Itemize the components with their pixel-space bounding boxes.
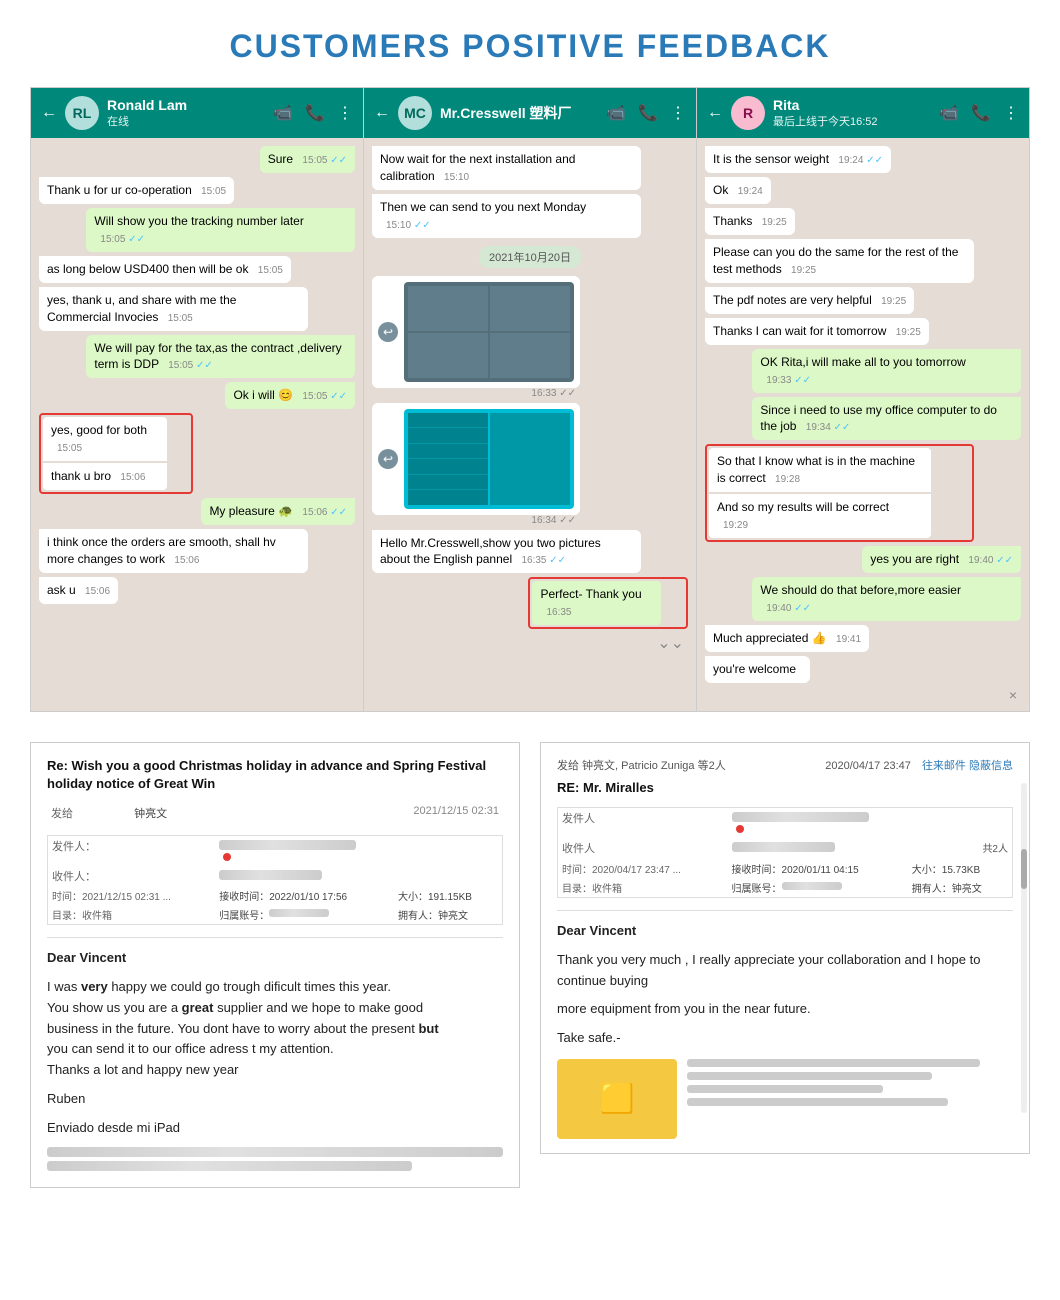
email-attachment-image: 🟨	[557, 1059, 677, 1139]
video-icon[interactable]: 📹	[273, 103, 293, 123]
email-img-text	[687, 1059, 1013, 1111]
phone-icon-3[interactable]: 📞	[971, 103, 991, 123]
red-dot-2	[736, 825, 744, 833]
msg: Thanks I can wait for it tomorrow 19:25	[705, 318, 929, 345]
msg: Much appreciated 👍 19:41	[705, 625, 869, 652]
email-section: Re: Wish you a good Christmas holiday in…	[30, 742, 1030, 1188]
chat-body-2: Now wait for the next installation and c…	[364, 138, 696, 711]
chat-body-1: Sure 15:05 ✓✓ Thank u for ur co-operatio…	[31, 138, 363, 711]
email-body-2: Dear Vincent Thank you very much , I rea…	[557, 921, 1013, 1139]
msg: Now wait for the next installation and c…	[372, 146, 641, 190]
msg: Thanks 19:25	[705, 208, 795, 235]
contact-name-1: Ronald Lam	[107, 97, 265, 113]
msg-image-2: ↩ 16:34 ✓✓	[372, 403, 580, 526]
msg: as long below USD400 then will be ok 15:…	[39, 256, 291, 283]
red-dot	[223, 853, 231, 861]
highlighted-group-1: yes, good for both 15:05 thank u bro 15:…	[39, 413, 193, 494]
email-greeting-1: Dear Vincent	[47, 948, 503, 969]
msg: yes, good for both 15:05	[43, 417, 167, 461]
msg: you're welcome	[705, 656, 810, 683]
menu-icon-2[interactable]: ⋮	[670, 103, 686, 123]
chat-body-3: It is the sensor weight 19:24 ✓✓ Ok 19:2…	[697, 138, 1029, 711]
msg: Thank u for ur co-operation 15:05	[39, 177, 234, 204]
msg-image-1: ↩ 16:33 ✓✓	[372, 276, 580, 399]
msg: yes you are right 19:40 ✓✓	[862, 546, 1021, 573]
msg: thank u bro 15:06	[43, 463, 167, 490]
collapse-icon[interactable]: ×	[1009, 687, 1017, 703]
video-icon-3[interactable]: 📹	[939, 103, 959, 123]
highlighted-group-rita: So that I know what is in the machine is…	[705, 444, 974, 542]
msg: Since i need to use my office computer t…	[752, 397, 1021, 441]
msg: i think once the orders are smooth, shal…	[39, 529, 308, 573]
back-arrow-icon[interactable]: ←	[41, 104, 57, 122]
msg: Sure 15:05 ✓✓	[260, 146, 355, 173]
msg: OK Rita,i will make all to you tomorrow …	[752, 349, 1021, 393]
contact-status-1: 在线	[107, 113, 265, 129]
email-from-2: 发给 钟亮文, Patricio Zuniga 等2人	[557, 760, 726, 772]
email-subject-1: Re: Wish you a good Christmas holiday in…	[47, 757, 503, 793]
scroll-down-icon[interactable]: ⌄⌄	[657, 633, 684, 653]
msg: Will show you the tracking number later …	[86, 208, 355, 252]
msg: So that I know what is in the machine is…	[709, 448, 931, 492]
blurred-recipient	[219, 870, 321, 880]
avatar-3: R	[731, 96, 765, 130]
msg: We should do that before,more easier 19:…	[752, 577, 1021, 621]
scroll-track	[1021, 783, 1027, 1113]
email-date-2: 2020/04/17 23:47	[825, 760, 911, 772]
chat-window-2: ← MC Mr.Cresswell 塑料厂 📹 📞 ⋮ Now wait for…	[364, 88, 697, 711]
chat-header-3: ← R Rita 最后上线于今天16:52 📹 📞 ⋮	[697, 88, 1029, 138]
email-meta-details-2: 发件人 收件人 共2人 时间：2020/04/17 23:47 ... 接收时间…	[557, 807, 1013, 898]
msg: Hello Mr.Cresswell,show you two pictures…	[372, 530, 641, 574]
phone-icon[interactable]: 📞	[305, 103, 325, 123]
chat-header-2: ← MC Mr.Cresswell 塑料厂 📹 📞 ⋮	[364, 88, 696, 138]
msg: And so my results will be correct 19:29	[709, 494, 931, 538]
email-pane-1: Re: Wish you a good Christmas holiday in…	[30, 742, 520, 1188]
avatar-1: RL	[65, 96, 99, 130]
email-divider-2	[557, 910, 1013, 911]
menu-icon-3[interactable]: ⋮	[1003, 103, 1019, 123]
msg: It is the sensor weight 19:24 ✓✓	[705, 146, 891, 173]
msg: We will pay for the tax,as the contract …	[86, 335, 355, 379]
msg: Perfect- Thank you 16:35	[532, 581, 661, 625]
blurred-recipient-2	[732, 842, 835, 852]
chat-window-3: ← R Rita 最后上线于今天16:52 📹 📞 ⋮ It is the se…	[697, 88, 1029, 711]
msg: Please can you do the same for the rest …	[705, 239, 974, 283]
chat-section: ← RL Ronald Lam 在线 📹 📞 ⋮ Sure 15:05 ✓✓ T…	[30, 87, 1030, 712]
msg: ask u 15:06	[39, 577, 118, 604]
phone-icon-2[interactable]: 📞	[638, 103, 658, 123]
email-body-1: Dear Vincent I was very happy we could g…	[47, 948, 503, 1170]
blurred-sender	[219, 840, 356, 850]
back-arrow-icon-3[interactable]: ←	[707, 104, 723, 122]
back-arrow-icon-2[interactable]: ←	[374, 104, 390, 122]
email-actions[interactable]: 往来邮件 隐蔽信息	[922, 760, 1013, 772]
email-meta-details-1: 发件人： 收件人： 时间：2021/12/15 02:31 ... 接收时间：2…	[47, 835, 503, 925]
msg: My pleasure 🐢 15:06 ✓✓	[201, 498, 355, 525]
date-separator: 2021年10月20日	[479, 246, 581, 268]
contact-name-2: Mr.Cresswell 塑料厂	[440, 103, 598, 123]
msg: Ok i will 😊 15:05 ✓✓	[225, 382, 355, 409]
email-meta-top-2: 发给 钟亮文, Patricio Zuniga 等2人 2020/04/17 2…	[557, 757, 1013, 773]
msg: Ok 19:24	[705, 177, 771, 204]
page-title: CUSTOMERS POSITIVE FEEDBACK	[0, 0, 1060, 87]
email-footer-blurred	[47, 1147, 503, 1171]
email-image-area: 🟨	[557, 1059, 1013, 1139]
highlighted-msg-perfect: Perfect- Thank you 16:35	[528, 577, 688, 629]
email-meta-1: 发给 钟亮文 2021/12/15 02:31	[47, 803, 503, 823]
contact-status-3: 最后上线于今天16:52	[773, 113, 931, 129]
msg: The pdf notes are very helpful 19:25	[705, 287, 914, 314]
contact-name-3: Rita	[773, 97, 931, 113]
scroll-thumb[interactable]	[1021, 849, 1027, 889]
msg: Then we can send to you next Monday 15:1…	[372, 194, 641, 238]
email-subject-2: RE: Mr. Miralles	[557, 779, 1013, 797]
chat-header-1: ← RL Ronald Lam 在线 📹 📞 ⋮	[31, 88, 363, 138]
email-divider-1	[47, 937, 503, 938]
video-icon-2[interactable]: 📹	[606, 103, 626, 123]
msg: yes, thank u, and share with me the Comm…	[39, 287, 308, 331]
chat-window-1: ← RL Ronald Lam 在线 📹 📞 ⋮ Sure 15:05 ✓✓ T…	[31, 88, 364, 711]
menu-icon[interactable]: ⋮	[337, 103, 353, 123]
email-pane-2: 发给 钟亮文, Patricio Zuniga 等2人 2020/04/17 2…	[540, 742, 1030, 1154]
email-greeting-2: Dear Vincent	[557, 921, 1013, 942]
blurred-sender-2	[732, 812, 870, 822]
avatar-2: MC	[398, 96, 432, 130]
